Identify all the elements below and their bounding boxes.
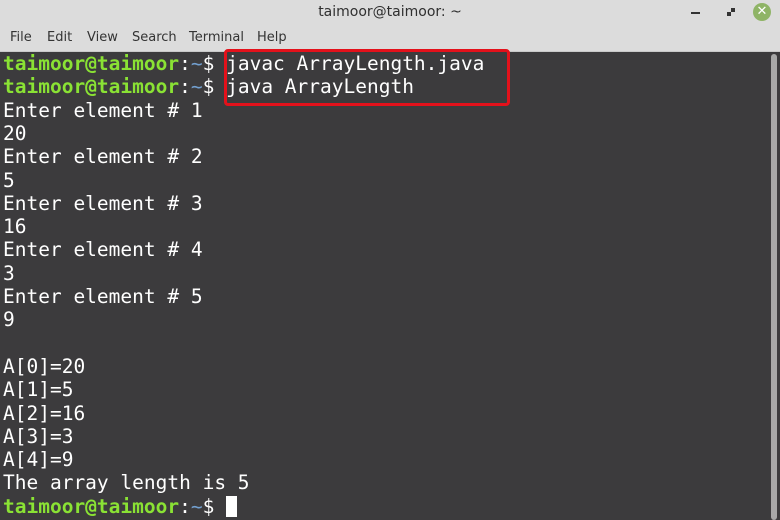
prompt-user: taimoor@taimoor [3,52,180,75]
output-line: A[1]=5 [3,378,74,402]
prompt-symbol: $ [202,75,227,99]
menu-terminal[interactable]: Terminal [189,30,244,45]
output-line: A[4]=9 [3,448,74,472]
menu-view[interactable]: View [87,30,118,45]
output-line: 3 [3,261,15,285]
prompt-path: ~ [190,75,203,99]
scrollbar-thumb[interactable] [771,54,777,520]
prompt-separator: : [179,75,191,99]
output-line: 20 [3,121,27,145]
close-button[interactable]: ✕ [752,2,772,22]
scrollbar[interactable] [767,52,780,520]
output-line: 5 [3,168,15,192]
prompt-line: taimoor@taimoor:~$ [3,494,238,518]
output-line: Enter element # 2 [3,145,203,169]
prompt-line: taimoor@taimoor:~$ javac ArrayLength.jav… [3,52,484,75]
menu-help[interactable]: Help [257,30,287,45]
prompt-line: taimoor@taimoor:~$ java ArrayLength [3,75,414,98]
text-cursor [226,495,238,517]
close-icon: ✕ [753,3,771,21]
title-bar[interactable]: taimoor@taimoor: ~ ✕ [0,0,780,24]
prompt-separator: : [179,52,191,75]
prompt-symbol: $ [202,494,227,518]
minimize-icon [690,12,700,14]
prompt-separator: : [179,494,191,518]
command-text: java ArrayLength [226,75,414,99]
command-text: javac ArrayLength.java [226,52,485,75]
maximize-button[interactable] [721,2,741,22]
output-line: Enter element # 4 [3,238,203,262]
output-line: 9 [3,308,15,332]
output-line: A[3]=3 [3,424,74,448]
output-line: Enter element # 1 [3,98,203,122]
menu-search[interactable]: Search [132,30,177,45]
output-line: A[2]=16 [3,401,86,425]
minimize-button[interactable] [685,2,705,22]
window-title: taimoor@taimoor: ~ [318,4,462,20]
output-line: Enter element # 3 [3,191,203,215]
terminal-area[interactable]: taimoor@taimoor:~$ javac ArrayLength.jav… [0,52,767,520]
output-line: The array length is 5 [3,471,250,495]
output-line: 16 [3,215,27,239]
menu-edit[interactable]: Edit [47,30,72,45]
prompt-path: ~ [190,52,203,75]
menu-bar: File Edit View Search Terminal Help [0,24,780,52]
prompt-user: taimoor@taimoor [3,494,180,518]
output-line: A[0]=20 [3,354,86,378]
output-line: Enter element # 5 [3,285,203,308]
maximize-icon [727,8,735,16]
prompt-path: ~ [190,494,203,518]
menu-file[interactable]: File [10,30,32,45]
prompt-user: taimoor@taimoor [3,75,180,99]
prompt-symbol: $ [202,52,227,75]
